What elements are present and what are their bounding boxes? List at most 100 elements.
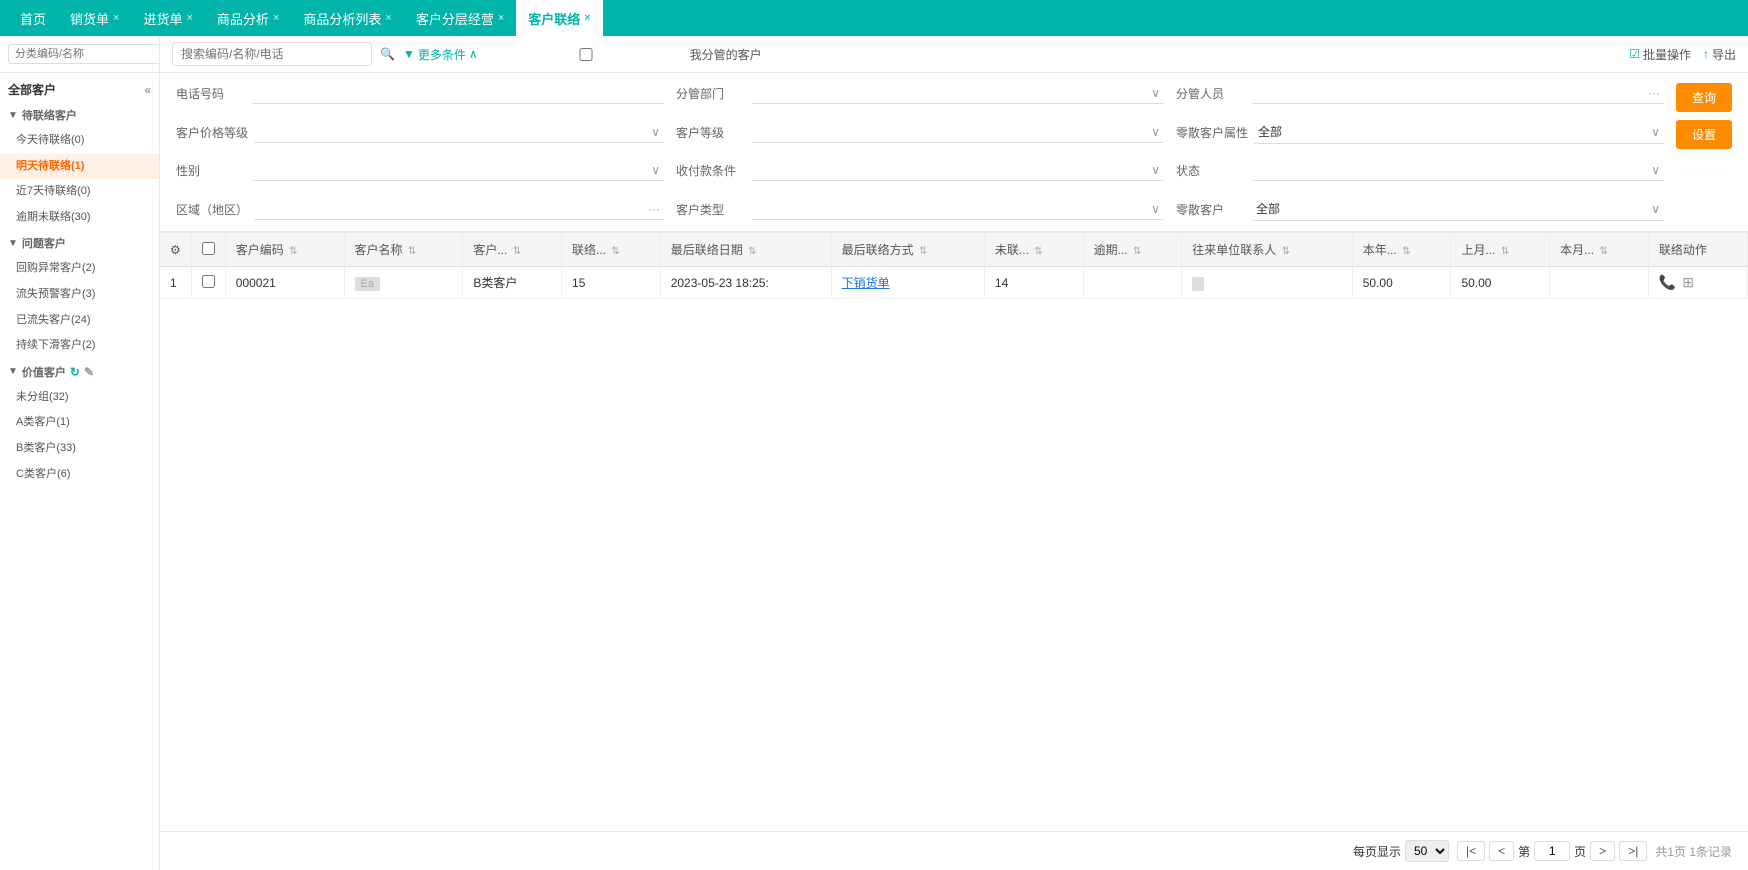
- filter-row-4: 区域（地区） ··· 客户类型 ∨: [176, 197, 1664, 221]
- col-contact[interactable]: 联络... ⇅: [562, 233, 661, 267]
- col-unlinkdays[interactable]: 未联... ⇅: [984, 233, 1083, 267]
- main-layout: 🔍 全部客户 « ▼ 待联络客户 今天待联络(0) 明天待联络(1) 近7天待联…: [0, 36, 1748, 870]
- nav-close-cc[interactable]: ×: [584, 12, 590, 24]
- nav-close-purchase[interactable]: ×: [186, 12, 192, 24]
- first-page-btn[interactable]: |<: [1457, 841, 1485, 861]
- region-field: 区域（地区） ···: [176, 199, 664, 220]
- last-page-btn[interactable]: >|: [1619, 841, 1647, 861]
- nav-home[interactable]: 首页: [8, 0, 58, 36]
- sidebar-item-churned[interactable]: 已流失客户(24): [0, 308, 159, 334]
- dept-select[interactable]: ∨: [752, 83, 1164, 104]
- region-more-btn[interactable]: ···: [648, 202, 660, 216]
- sidebar-group-pending[interactable]: ▼ 待联络客户: [0, 102, 159, 128]
- select-all-checkbox[interactable]: [202, 242, 215, 255]
- row-select-checkbox[interactable]: [202, 275, 215, 288]
- phone-action-icon[interactable]: 📞: [1659, 274, 1676, 291]
- export-icon: ↑: [1703, 47, 1709, 61]
- customer-type-select[interactable]: ∨: [752, 199, 1164, 220]
- search-btn-icon[interactable]: 🔍: [380, 47, 395, 61]
- payment-select[interactable]: ∨: [752, 160, 1164, 181]
- sidebar-item-declining[interactable]: 持续下滑客户(2): [0, 333, 159, 359]
- table-row: 1 000021 Ea B类客户 15 2023-05-23 18:25: 下销…: [160, 267, 1748, 299]
- nav-close-pl[interactable]: ×: [385, 12, 391, 24]
- customer-level-select[interactable]: ∨: [752, 122, 1164, 143]
- edit-icon[interactable]: ✎: [84, 365, 94, 379]
- customer-level-field: 客户等级 ∨: [676, 122, 1164, 143]
- sidebar-collapse-icon[interactable]: «: [144, 83, 151, 97]
- nav-customer-segment[interactable]: 客户分层经营 ×: [404, 0, 516, 36]
- customer-value-select[interactable]: ∨: [254, 122, 664, 143]
- sidebar-item-churn-warning[interactable]: 流失预警客户(3): [0, 282, 159, 308]
- phone-input[interactable]: [252, 83, 664, 104]
- advanced-filter: 电话号码 分管部门 ∨ 分管人员: [160, 73, 1748, 233]
- per-page-select[interactable]: 50: [1405, 840, 1449, 862]
- nav-close-sales[interactable]: ×: [113, 12, 119, 24]
- sidebar-item-tomorrow[interactable]: 明天待联络(1): [0, 154, 159, 180]
- sidebar-item-class-b[interactable]: B类客户(33): [0, 436, 159, 462]
- row-checkbox[interactable]: [191, 267, 225, 299]
- col-customer-type[interactable]: 客户... ⇅: [463, 233, 562, 267]
- sidebar-search-input[interactable]: [8, 44, 160, 64]
- col-last-date[interactable]: 最后联络日期 ⇅: [660, 233, 831, 267]
- batch-operation-btn[interactable]: ☑ 批量操作: [1629, 46, 1691, 63]
- settings-icon[interactable]: ⚙: [170, 243, 181, 257]
- sidebar-group-value[interactable]: ▼ 价值客户 ↻ ✎: [0, 359, 159, 385]
- col-checkbox[interactable]: [191, 233, 225, 267]
- sidebar-item-overdue[interactable]: 逾期未联络(30): [0, 205, 159, 231]
- set-button[interactable]: 设置: [1676, 120, 1732, 149]
- gender-select[interactable]: ∨: [252, 160, 664, 181]
- ct-caret: ∨: [1151, 202, 1160, 216]
- sidebar-all-customers[interactable]: 全部客户 «: [0, 73, 159, 102]
- col-last-method[interactable]: 最后联络方式 ⇅: [831, 233, 984, 267]
- col-last-month[interactable]: 上月... ⇅: [1451, 233, 1550, 267]
- nav-close-cs[interactable]: ×: [498, 12, 504, 24]
- refresh-icon[interactable]: ↻: [70, 365, 80, 379]
- gender-label: 性别: [176, 162, 246, 179]
- export-btn[interactable]: ↑ 导出: [1703, 46, 1736, 63]
- sidebar-item-class-c[interactable]: C类客户(6): [0, 462, 159, 488]
- col-this-month[interactable]: 本月... ⇅: [1550, 233, 1649, 267]
- next-page-btn[interactable]: >: [1590, 841, 1615, 861]
- row-name[interactable]: Ea: [344, 267, 463, 299]
- nav-purchase-order[interactable]: 进货单 ×: [131, 0, 204, 36]
- top-nav: 首页 销货单 × 进货单 × 商品分析 × 商品分析列表 × 客户分层经营 × …: [0, 0, 1748, 36]
- my-customers-checkbox[interactable]: 我分管的客户: [486, 46, 762, 63]
- col-name[interactable]: 客户名称 ⇅: [344, 233, 463, 267]
- sidebar-item-today[interactable]: 今天待联络(0): [0, 128, 159, 154]
- phone-label: 电话号码: [176, 85, 246, 102]
- search-input[interactable]: [172, 42, 372, 66]
- qrcode-action-icon[interactable]: ⊞: [1682, 274, 1694, 291]
- row-last-method[interactable]: 下销货单: [831, 267, 984, 299]
- my-customers-check[interactable]: [486, 48, 686, 61]
- phone-field: 电话号码: [176, 83, 664, 104]
- nav-customer-contact[interactable]: 客户联络 ×: [516, 0, 602, 36]
- retail-customer-select[interactable]: 全部 ∨: [1252, 197, 1664, 221]
- nav-sales-order[interactable]: 销货单 ×: [58, 0, 131, 36]
- person-label: 分管人员: [1176, 85, 1246, 102]
- nav-product-analysis[interactable]: 商品分析 ×: [205, 0, 291, 36]
- col-contact-person[interactable]: 往来单位联系人 ⇅: [1182, 233, 1352, 267]
- page-input[interactable]: [1534, 841, 1570, 861]
- sidebar-group-problem[interactable]: ▼ 问题客户: [0, 230, 159, 256]
- sidebar-search-area: 🔍: [0, 36, 159, 73]
- sidebar-item-7days[interactable]: 近7天待联络(0): [0, 179, 159, 205]
- col-settings[interactable]: ⚙: [160, 233, 191, 267]
- more-conditions-btn[interactable]: ▼ 更多条件 ∧: [403, 46, 478, 63]
- col-overdue[interactable]: 逾期... ⇅: [1083, 233, 1182, 267]
- query-button[interactable]: 查询: [1676, 83, 1732, 112]
- status-select[interactable]: ∨: [1252, 160, 1664, 181]
- row-customer-type: B类客户: [463, 267, 562, 299]
- sidebar-item-ungrouped[interactable]: 未分组(32): [0, 385, 159, 411]
- col-code[interactable]: 客户编码 ⇅: [225, 233, 344, 267]
- sidebar-item-class-a[interactable]: A类客户(1): [0, 410, 159, 436]
- sidebar-item-repurchase[interactable]: 回购异常客户(2): [0, 256, 159, 282]
- filter-icon: ▼: [403, 47, 415, 61]
- nav-close-pa[interactable]: ×: [273, 12, 279, 24]
- sort-icon-lmonth: ⇅: [1501, 246, 1509, 257]
- retail-attr-select[interactable]: 全部 ∨: [1254, 120, 1664, 144]
- prev-page-btn[interactable]: <: [1489, 841, 1514, 861]
- col-this-year[interactable]: 本年... ⇅: [1352, 233, 1451, 267]
- nav-product-list[interactable]: 商品分析列表 ×: [291, 0, 403, 36]
- sort-icon-od: ⇅: [1133, 246, 1141, 257]
- person-more-btn[interactable]: ···: [1648, 86, 1660, 100]
